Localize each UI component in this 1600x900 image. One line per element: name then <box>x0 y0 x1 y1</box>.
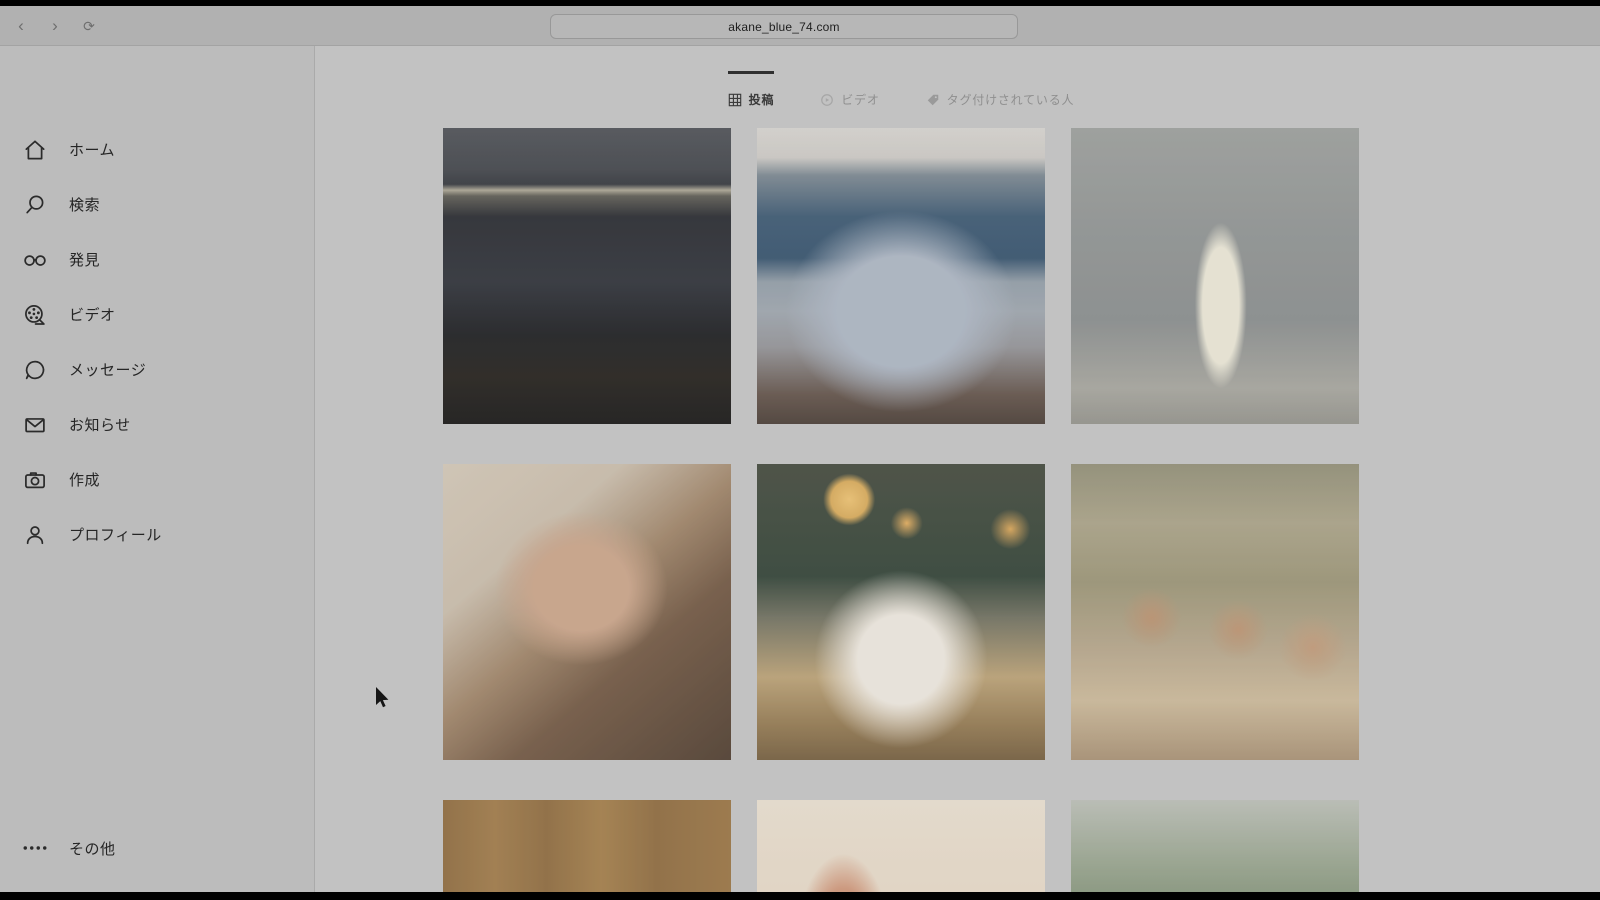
tagged-tag-icon <box>926 93 940 107</box>
more-dots-icon <box>21 835 48 862</box>
sidebar-item-video[interactable]: ビデオ <box>0 287 314 342</box>
sidebar-nav: ホーム 検索 発見 ビデオ <box>0 46 314 562</box>
sidebar-item-label: プロフィール <box>69 524 162 545</box>
video-reel-icon <box>21 301 48 328</box>
sidebar-item-profile[interactable]: プロフィール <box>0 507 314 562</box>
sidebar-item-more[interactable]: その他 <box>0 828 314 868</box>
tab-label: 投稿 <box>749 91 775 108</box>
post-thumbnail[interactable] <box>443 128 731 424</box>
message-bubble-icon <box>21 356 48 383</box>
post-thumbnail[interactable] <box>443 800 731 892</box>
tab-label: ビデオ <box>841 91 879 108</box>
sidebar-item-explore[interactable]: 発見 <box>0 232 314 287</box>
profile-tabbar: 投稿 ビデオ タグ付けされている人 <box>443 46 1359 116</box>
sidebar-item-label: その他 <box>69 838 116 859</box>
create-camera-icon <box>21 466 48 493</box>
address-bar[interactable]: akane_blue_74.com <box>550 14 1018 39</box>
sidebar: ホーム 検索 発見 ビデオ <box>0 46 315 892</box>
profile-person-icon <box>21 521 48 548</box>
sidebar-item-create[interactable]: 作成 <box>0 452 314 507</box>
tab-label: タグ付けされている人 <box>947 91 1075 108</box>
search-icon <box>21 191 48 218</box>
post-thumbnail[interactable] <box>757 128 1045 424</box>
sidebar-item-label: ビデオ <box>69 304 116 325</box>
sidebar-item-label: 作成 <box>69 469 100 490</box>
sidebar-item-label: ホーム <box>69 139 115 160</box>
browser-nav-buttons: ‹ › ⟳ <box>12 6 98 45</box>
browser-chrome: ‹ › ⟳ akane_blue_74.com <box>0 6 1600 46</box>
post-thumbnail[interactable] <box>1071 464 1359 760</box>
sidebar-item-messages[interactable]: メッセージ <box>0 342 314 397</box>
post-thumbnail[interactable] <box>443 464 731 760</box>
post-thumbnail[interactable] <box>757 800 1045 892</box>
post-thumbnail[interactable] <box>757 464 1045 760</box>
back-icon[interactable]: ‹ <box>12 17 30 34</box>
notifications-envelope-icon <box>21 411 48 438</box>
address-bar-url: akane_blue_74.com <box>728 20 839 34</box>
post-thumbnail[interactable] <box>1071 128 1359 424</box>
sidebar-item-notifications[interactable]: お知らせ <box>0 397 314 452</box>
sidebar-item-label: メッセージ <box>69 359 146 380</box>
post-grid <box>443 128 1359 892</box>
sidebar-item-label: お知らせ <box>69 414 131 435</box>
active-tab-indicator <box>728 71 774 74</box>
post-thumbnail[interactable] <box>1071 800 1359 892</box>
explore-icon <box>21 246 48 273</box>
sidebar-item-home[interactable]: ホーム <box>0 122 314 177</box>
posts-grid-icon <box>728 93 742 107</box>
home-icon <box>21 136 48 163</box>
sidebar-item-label: 検索 <box>69 194 100 215</box>
profile-content: 投稿 ビデオ タグ付けされている人 <box>316 46 1600 892</box>
tab-videos[interactable]: ビデオ <box>820 91 879 108</box>
tab-posts[interactable]: 投稿 <box>728 91 775 108</box>
reload-icon[interactable]: ⟳ <box>80 19 98 33</box>
sidebar-item-search[interactable]: 検索 <box>0 177 314 232</box>
tab-tagged[interactable]: タグ付けされている人 <box>926 91 1075 108</box>
videos-reel-icon <box>820 93 834 107</box>
sidebar-item-label: 発見 <box>69 249 100 270</box>
forward-icon[interactable]: › <box>46 17 64 34</box>
app-window: ホーム 検索 発見 ビデオ <box>0 46 1600 892</box>
